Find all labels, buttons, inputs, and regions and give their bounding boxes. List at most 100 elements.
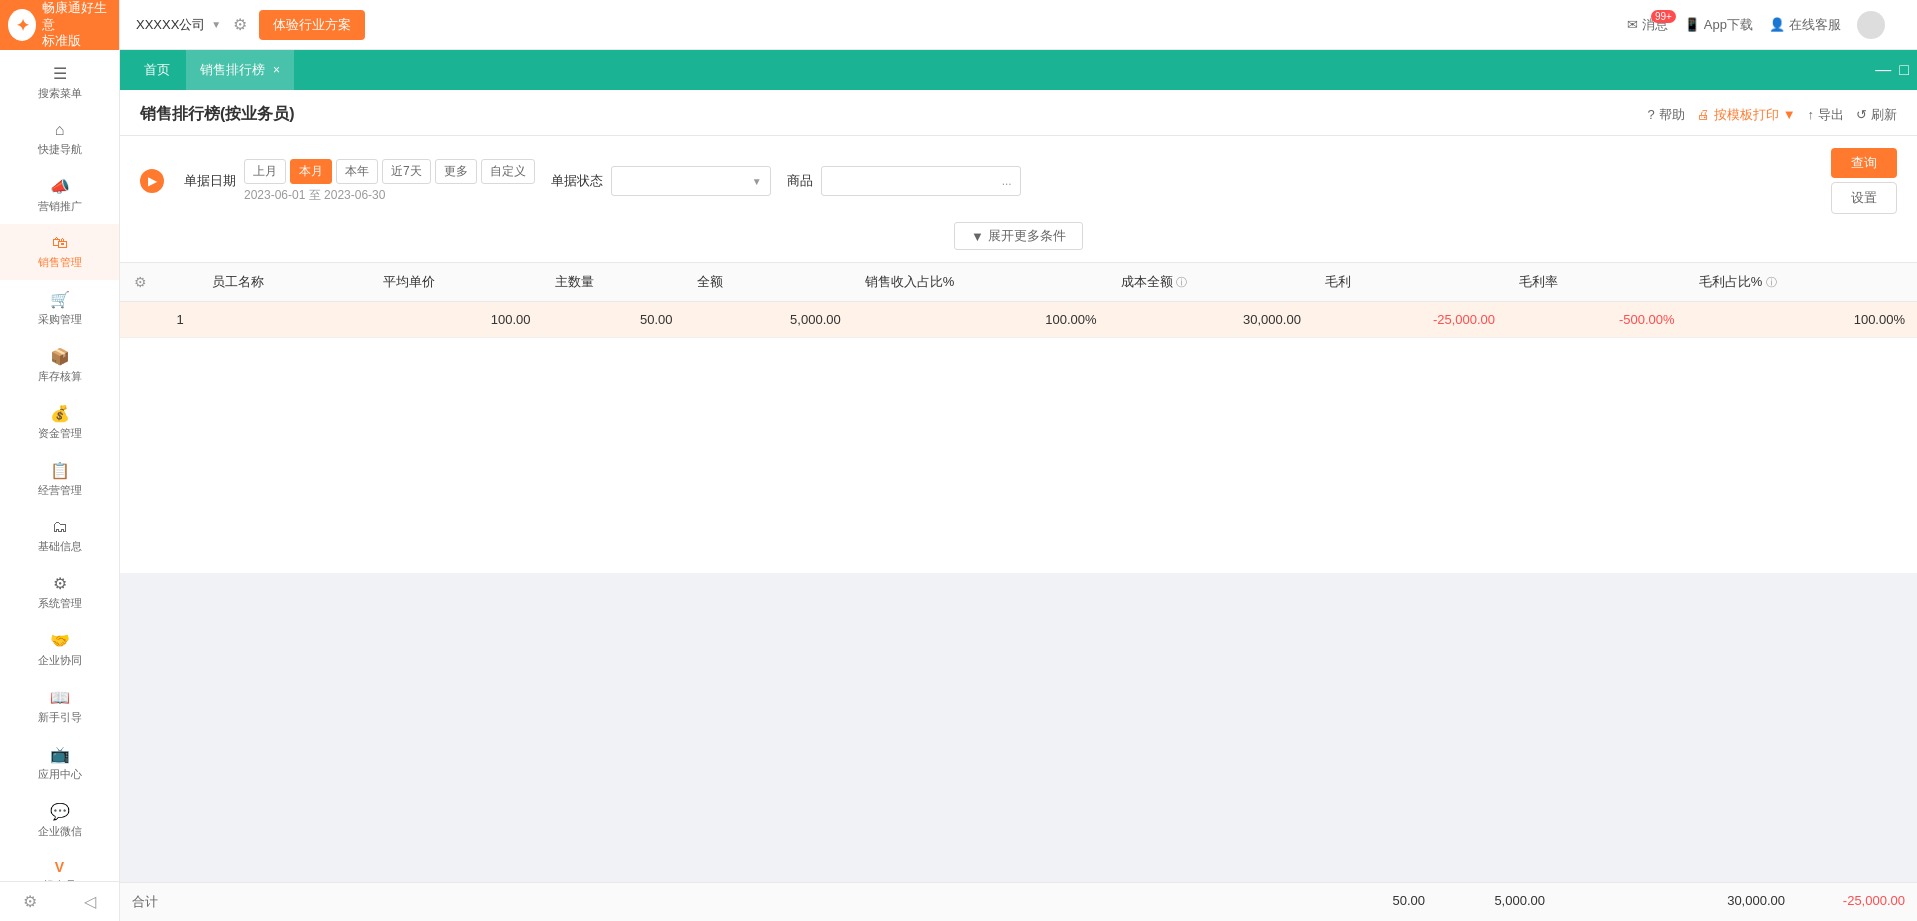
refresh-icon: ↺ (1856, 107, 1867, 122)
sidebar-item-purchase[interactable]: 🛒 采购管理 (0, 280, 119, 337)
app-download-button[interactable]: 📱 App下载 (1684, 16, 1753, 34)
company-name: XXXXX公司 (136, 16, 205, 34)
cost-info-icon[interactable]: ⓘ (1176, 276, 1187, 288)
sidebar-item-member[interactable]: V 畅会员 (0, 849, 119, 881)
date-filter-label: 单据日期 (184, 172, 236, 190)
col-gross-pct: 毛利占比% ⓘ (1687, 263, 1917, 302)
filter-collapse-arrow[interactable]: ▶ (140, 169, 164, 193)
logo-icon: ✦ (8, 9, 36, 41)
date-btn-last-month[interactable]: 上月 (244, 159, 286, 184)
topbar-settings-icon[interactable]: ⚙ (233, 15, 247, 34)
export-icon: ↑ (1808, 107, 1815, 122)
page-content: 销售排行榜(按业务员) ? 帮助 🖨 按模板打印 ▼ ↑ 导出 ↺ 刷新 (120, 90, 1917, 921)
home-icon: ⌂ (55, 121, 65, 139)
goods-more-icon[interactable]: ... (1002, 174, 1012, 188)
sales-icon: 🛍 (52, 234, 68, 252)
col-qty: 主数量 (543, 263, 685, 302)
tab-minimize-icon[interactable]: — (1875, 61, 1891, 79)
qty-cell: 50.00 (543, 302, 685, 338)
tabbar: 首页 销售排行榜 × — □ (120, 50, 1917, 90)
enterprise-icon: 🤝 (50, 631, 70, 650)
message-badge: 99+ (1651, 10, 1676, 23)
finance-icon: 💰 (50, 404, 70, 423)
refresh-button[interactable]: ↺ 刷新 (1856, 106, 1897, 124)
col-gross: 毛利 (1313, 263, 1507, 302)
col-gross-rate: 毛利率 (1507, 263, 1687, 302)
sidebar-item-finance[interactable]: 💰 资金管理 (0, 394, 119, 451)
col-amount: 全额 (685, 263, 853, 302)
table-body: 1 100.00 50.00 5,000.00 100.00% 30,000.0… (120, 302, 1917, 338)
filter-expand-row: ▼ 展开更多条件 (140, 214, 1897, 250)
col-avg-price: 平均单价 (371, 263, 542, 302)
tab-maximize-icon[interactable]: □ (1899, 61, 1909, 79)
sidebar-item-marketing[interactable]: 📣 营销推广 (0, 167, 119, 224)
filter-area: ▶ 单据日期 上月 本月 本年 近7天 更多 自定义 2023-06-01 至 … (120, 136, 1917, 263)
table-container: ⚙ 员工名称 平均单价 主数量 全额 销售收入占比% 成本全额 ⓘ (120, 263, 1917, 338)
employee-name-cell (200, 302, 371, 338)
settings-button[interactable]: 设置 (1831, 182, 1897, 214)
sidebar-item-basic-info[interactable]: 🗂 基础信息 (0, 508, 119, 564)
cost-cell: 30,000.00 (1109, 302, 1313, 338)
date-btn-7days[interactable]: 近7天 (382, 159, 431, 184)
footer-qty: 50.00 (1345, 893, 1425, 911)
trial-button[interactable]: 体验行业方案 (259, 10, 365, 40)
tab-home[interactable]: 首页 (128, 50, 186, 90)
message-button[interactable]: ✉ 消息 99+ (1627, 16, 1668, 34)
col-rank (160, 263, 200, 302)
goods-filter-input[interactable]: ... (821, 166, 1021, 196)
date-btn-more[interactable]: 更多 (435, 159, 477, 184)
tabbar-right: — □ (1875, 61, 1909, 79)
sidebar-item-inventory[interactable]: 📦 库存核算 (0, 337, 119, 394)
user-avatar[interactable] (1857, 11, 1885, 39)
gross-pct-cell: 100.00% (1687, 302, 1917, 338)
print-dropdown-arrow: ▼ (1783, 107, 1796, 122)
sidebar-item-guide[interactable]: 📖 新手引导 (0, 678, 119, 735)
tab-sales-ranking[interactable]: 销售排行榜 × (186, 50, 294, 90)
main-area: XXXXX公司 ▼ ⚙ 体验行业方案 ✉ 消息 99+ 📱 App下载 👤 在线… (120, 0, 1917, 921)
col-employee-name: 员工名称 (200, 263, 371, 302)
sidebar-item-quick-nav[interactable]: ⌂ 快捷导航 (0, 111, 119, 167)
tab-close-icon[interactable]: × (273, 63, 280, 77)
sidebar-item-search-orders[interactable]: ☰ 搜索菜单 (0, 54, 119, 111)
topbar-right: ✉ 消息 99+ 📱 App下载 👤 在线客服 (1627, 11, 1901, 39)
basic-info-icon: 🗂 (52, 518, 68, 536)
app-icon: 📱 (1684, 17, 1700, 32)
sidebar-item-enterprise[interactable]: 🤝 企业协同 (0, 621, 119, 678)
sidebar: ✦ 畅康通好生意 标准版 ☰ 搜索菜单 ⌂ 快捷导航 📣 营销推广 🛍 销售管理… (0, 0, 120, 921)
sidebar-item-weixin[interactable]: 💬 企业微信 (0, 792, 119, 849)
status-select-arrow: ▼ (752, 176, 762, 187)
export-button[interactable]: ↑ 导出 (1808, 106, 1845, 124)
query-button[interactable]: 查询 (1831, 148, 1897, 178)
date-btn-this-year[interactable]: 本年 (336, 159, 378, 184)
avg-price-cell: 100.00 (371, 302, 542, 338)
content-spacer (120, 573, 1917, 883)
service-label: 在线客服 (1789, 16, 1841, 34)
help-button[interactable]: ? 帮助 (1647, 106, 1684, 124)
column-settings-icon[interactable]: ⚙ (134, 274, 147, 290)
help-icon: ? (1647, 107, 1654, 122)
filter-date-item: 单据日期 上月 本月 本年 近7天 更多 自定义 2023-06-01 至 20… (184, 159, 535, 204)
gross-pct-info-icon[interactable]: ⓘ (1766, 276, 1777, 288)
sidebar-collapse-btn[interactable]: ◁ (84, 892, 96, 911)
status-filter-select[interactable]: ▼ (611, 166, 771, 196)
sidebar-item-sales[interactable]: 🛍 销售管理 (0, 224, 119, 280)
page-title: 销售排行榜(按业务员) (140, 104, 295, 125)
amount-cell: 5,000.00 (685, 302, 853, 338)
date-btn-this-month[interactable]: 本月 (290, 159, 332, 184)
sidebar-item-operations[interactable]: 📋 经营管理 (0, 451, 119, 508)
tab-label: 销售排行榜 (200, 61, 265, 79)
print-button[interactable]: 🖨 按模板打印 ▼ (1697, 106, 1796, 124)
expand-more-button[interactable]: ▼ 展开更多条件 (954, 222, 1083, 250)
page-header: 销售排行榜(按业务员) ? 帮助 🖨 按模板打印 ▼ ↑ 导出 ↺ 刷新 (120, 90, 1917, 136)
footer-gross: -25,000.00 (1805, 893, 1905, 911)
table-row: 1 100.00 50.00 5,000.00 100.00% 30,000.0… (120, 302, 1917, 338)
sidebar-item-app-center[interactable]: 📺 应用中心 (0, 735, 119, 792)
online-service-button[interactable]: 👤 在线客服 (1769, 16, 1841, 34)
company-selector[interactable]: XXXXX公司 ▼ (136, 16, 221, 34)
sales-pct-cell: 100.00% (853, 302, 1109, 338)
col-cost: 成本全额 ⓘ (1109, 263, 1313, 302)
sidebar-item-system[interactable]: ⚙ 系统管理 (0, 564, 119, 621)
sidebar-settings-btn[interactable]: ⚙ (23, 892, 37, 911)
date-btn-custom[interactable]: 自定义 (481, 159, 535, 184)
footer-cost: 30,000.00 (1685, 893, 1785, 911)
